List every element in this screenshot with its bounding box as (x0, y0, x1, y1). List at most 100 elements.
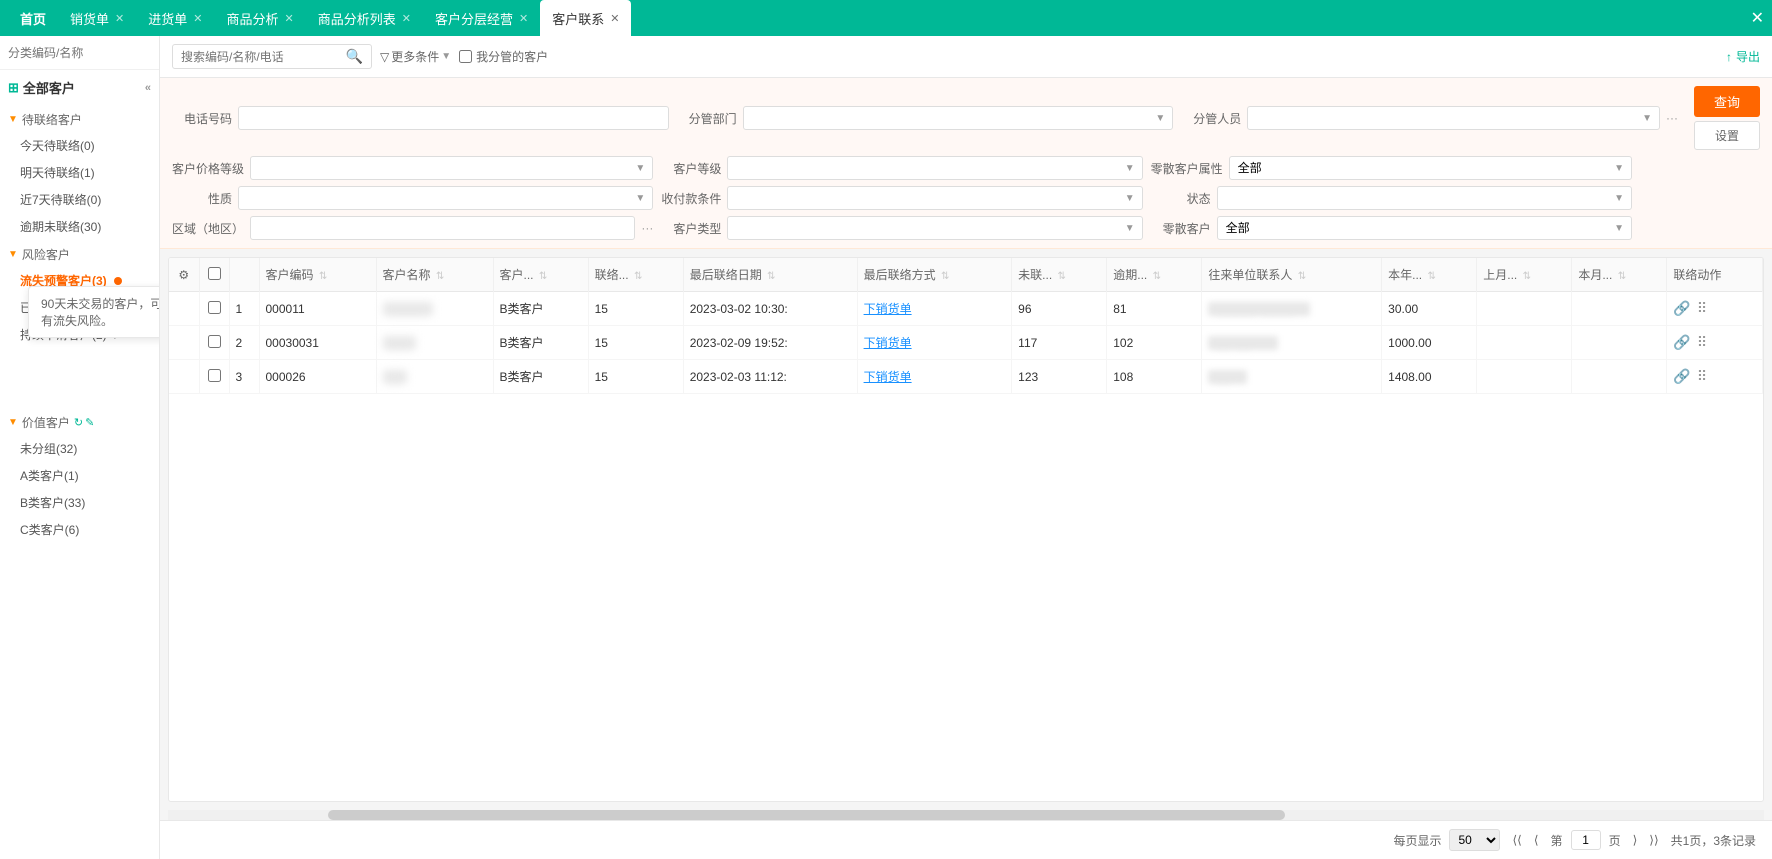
settings-icon[interactable]: ⚙ (178, 268, 189, 282)
export-button[interactable]: ↑ 导出 (1726, 48, 1760, 65)
row-type-cell: B类客户 (493, 292, 588, 326)
scrollbar-thumb[interactable] (328, 810, 1286, 820)
link-action-icon[interactable]: 🔗 (1673, 368, 1690, 385)
sidebar-item-c-class[interactable]: C类客户(6) (0, 516, 159, 543)
main-search-button[interactable]: 🔍 (346, 48, 363, 65)
more-options-icon[interactable]: ··· (1666, 111, 1678, 125)
tab-analysis[interactable]: 商品分析 ✕ (214, 0, 305, 36)
row-checkbox[interactable] (208, 301, 221, 314)
filter-select-scattered[interactable]: 全部 (1229, 156, 1632, 180)
more-conditions-button[interactable]: ▽ 更多条件 ▼ (380, 48, 451, 65)
edit-icon[interactable]: ✎ (85, 416, 94, 429)
setting-button[interactable]: 设置 (1694, 121, 1760, 150)
filter-label-phone: 电话号码 (172, 110, 232, 127)
link-action-icon[interactable]: 🔗 (1673, 300, 1690, 317)
filter-select-price-level[interactable] (250, 156, 653, 180)
filter-select-person[interactable] (1247, 106, 1660, 130)
this-year-header[interactable]: 本年... ⇅ (1382, 258, 1477, 292)
row-name-cell: █ (376, 360, 493, 394)
main-search-input[interactable] (181, 50, 346, 64)
filter-label-scattered2: 零散客户 (1151, 220, 1211, 237)
name-column-header[interactable]: 客户名称 ⇅ (376, 258, 493, 292)
per-page-select[interactable]: 50 100 (1449, 829, 1500, 851)
filter-select-customer-type[interactable] (727, 216, 1142, 240)
row-actions-cell: 🔗 ⠿ (1667, 326, 1763, 360)
page-number-input[interactable] (1571, 830, 1601, 850)
sidebar-item-ungrouped[interactable]: 未分组(32) (0, 435, 159, 462)
close-icon[interactable]: ✕ (285, 12, 294, 25)
filter-input-phone[interactable] (238, 106, 669, 130)
tab-purchase[interactable]: 进货单 ✕ (136, 0, 214, 36)
last-page-button[interactable]: ⟩⟩ (1645, 831, 1662, 849)
last-month-header[interactable]: 上月... ⇅ (1477, 258, 1572, 292)
close-all-button[interactable]: ✕ (1751, 8, 1764, 28)
tab-analysis-list[interactable]: 商品分析列表 ✕ (306, 0, 423, 36)
link-action-icon[interactable]: 🔗 (1673, 334, 1690, 351)
row-uncontacted-cell: 123 (1012, 360, 1107, 394)
sidebar-group-pending[interactable]: ▼ 待联络客户 (0, 105, 159, 132)
prev-page-button[interactable]: ⟨ (1530, 831, 1543, 849)
row-overdue-cell: 102 (1107, 326, 1202, 360)
contact-column-header[interactable]: 联络... ⇅ (588, 258, 683, 292)
sidebar-item-a-class[interactable]: A类客户(1) (0, 462, 159, 489)
row-last-date-cell: 2023-02-09 19:52: (683, 326, 857, 360)
filter-select-scattered2[interactable]: 全部 (1217, 216, 1632, 240)
contacts-blurred: ██ ██ 3... (1208, 336, 1277, 350)
sidebar-item-7days[interactable]: 近7天待联络(0) (0, 186, 159, 213)
overdue-header[interactable]: 逾期... ⇅ (1107, 258, 1202, 292)
horizontal-scrollbar[interactable] (168, 810, 1764, 820)
refresh-icon[interactable]: ↻ (74, 416, 83, 429)
contacts-header[interactable]: 往来单位联系人 ⇅ (1202, 258, 1382, 292)
settings-column-header[interactable]: ⚙ (169, 258, 199, 292)
query-button[interactable]: 查询 (1694, 86, 1760, 117)
close-icon[interactable]: ✕ (519, 12, 528, 25)
contact-way-link[interactable]: 下销货单 (864, 370, 912, 384)
filter-select-status[interactable] (1217, 186, 1632, 210)
all-customers-header[interactable]: ⊞ 全部客户 « (0, 70, 159, 105)
close-icon[interactable]: ✕ (193, 12, 202, 25)
my-customers-check[interactable] (459, 50, 472, 63)
contact-way-link[interactable]: 下销货单 (864, 336, 912, 350)
row-no-cell: 2 (229, 326, 259, 360)
filter-select-dept[interactable] (743, 106, 1174, 130)
filter-select-payment[interactable] (727, 186, 1142, 210)
region-more-icon[interactable]: ··· (641, 221, 653, 235)
code-column-header[interactable]: 客户编码 ⇅ (259, 258, 376, 292)
tab-home[interactable]: 首页 (8, 0, 58, 36)
my-customers-checkbox[interactable]: 我分管的客户 (459, 48, 548, 65)
row-checkbox[interactable] (208, 335, 221, 348)
contact-way-link[interactable]: 下销货单 (864, 302, 912, 316)
uncontacted-header[interactable]: 未联... ⇅ (1012, 258, 1107, 292)
sidebar-item-today[interactable]: 今天待联络(0) (0, 132, 159, 159)
type-column-header[interactable]: 客户... ⇅ (493, 258, 588, 292)
sidebar-item-b-class[interactable]: B类客户(33) (0, 489, 159, 516)
first-page-button[interactable]: ⟨⟨ (1508, 831, 1525, 849)
tab-customer-layers[interactable]: 客户分层经营 ✕ (423, 0, 540, 36)
more-action-icon[interactable]: ⠿ (1697, 300, 1707, 317)
filter-select-customer-level[interactable] (727, 156, 1142, 180)
row-no-cell: 1 (229, 292, 259, 326)
sidebar-group-risk[interactable]: ▼ 风险客户 (0, 240, 159, 267)
filter-select-nature[interactable] (238, 186, 653, 210)
row-this-year-cell: 30.00 (1382, 292, 1477, 326)
filter-input-region[interactable] (250, 216, 635, 240)
row-checkbox[interactable] (208, 369, 221, 382)
sidebar-group-value[interactable]: ▼ 价值客户 ↻ ✎ (0, 408, 159, 435)
sidebar-search-input[interactable] (8, 46, 160, 60)
select-all-checkbox[interactable] (208, 267, 221, 280)
last-contact-date-header[interactable]: 最后联络日期 ⇅ (683, 258, 857, 292)
close-icon[interactable]: ✕ (610, 12, 619, 25)
sidebar-item-overdue[interactable]: 逾期未联络(30) (0, 213, 159, 240)
sidebar-item-tomorrow[interactable]: 明天待联络(1) (0, 159, 159, 186)
tab-customer-contact[interactable]: 客户联系 ✕ (540, 0, 631, 36)
row-code-cell: 000026 (259, 360, 376, 394)
next-page-button[interactable]: ⟩ (1629, 831, 1642, 849)
this-month-header[interactable]: 本月... ⇅ (1572, 258, 1667, 292)
triangle-icon: ▼ (8, 417, 18, 428)
more-action-icon[interactable]: ⠿ (1697, 334, 1707, 351)
more-action-icon[interactable]: ⠿ (1697, 368, 1707, 385)
last-contact-way-header[interactable]: 最后联络方式 ⇅ (857, 258, 1012, 292)
close-icon[interactable]: ✕ (115, 12, 124, 25)
tab-sales[interactable]: 销货单 ✕ (58, 0, 136, 36)
close-icon[interactable]: ✕ (402, 12, 411, 25)
